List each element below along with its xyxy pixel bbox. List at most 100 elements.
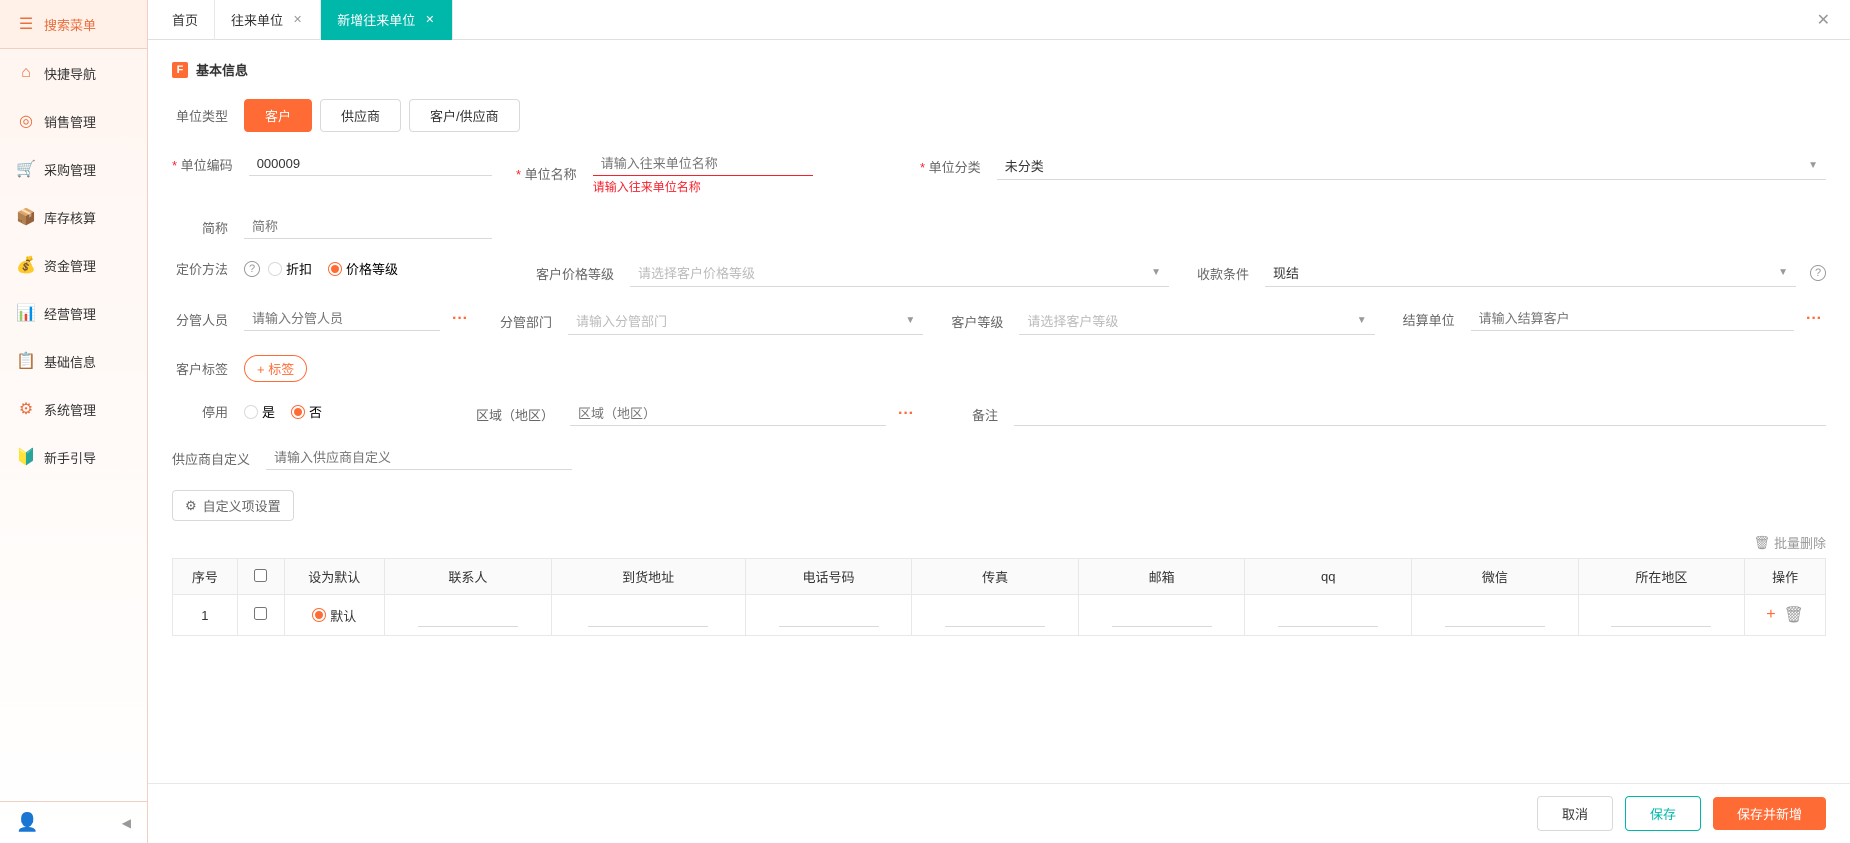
cancel-button[interactable]: 取消 (1537, 796, 1613, 831)
row-contact-input[interactable] (418, 603, 518, 627)
row-wechat (1412, 595, 1579, 636)
sidebar-expand-icon[interactable]: ◀ (122, 816, 131, 830)
sidebar-item-sales[interactable]: ◎ 销售管理 (0, 97, 147, 145)
pricing-radio-outer-discount (268, 262, 282, 276)
row-actions-group: + 🗑 (1755, 605, 1815, 625)
region-input[interactable] (570, 402, 886, 426)
sidebar-item-label: 库存核算 (44, 208, 96, 227)
manager-label: 分管人员 (172, 310, 236, 329)
section-header: F 基本信息 (172, 60, 1826, 79)
code-input[interactable] (249, 152, 492, 176)
pricing-radio-inner-price-level (331, 265, 339, 273)
select-all-checkbox[interactable] (254, 569, 267, 582)
sidebar-item-guide[interactable]: 🔰 新手引导 (0, 433, 147, 481)
row-phone-input[interactable] (779, 603, 879, 627)
pricing-radio-price-level[interactable]: 价格等级 (328, 259, 398, 278)
tab-partners[interactable]: 往来单位 ✕ (215, 0, 321, 40)
sidebar-item-finance[interactable]: 💰 资金管理 (0, 241, 147, 289)
sidebar-item-quick-nav[interactable]: ⌂ 快捷导航 (0, 49, 147, 97)
dept-select[interactable]: 请输入分管部门 ▼ (568, 307, 923, 335)
sidebar-search[interactable]: ☰ 搜索菜单 (0, 0, 147, 49)
category-value: 未分类 (1005, 156, 1804, 175)
row-address (551, 595, 745, 636)
row-default-radio[interactable]: 默认 (295, 606, 375, 625)
supplier-custom-label: 供应商自定义 (172, 449, 258, 468)
sidebar-item-label: 销售管理 (44, 112, 96, 131)
supplier-custom-input[interactable] (266, 446, 572, 470)
row-address-input[interactable] (588, 603, 708, 627)
type-btn-customer[interactable]: 客户 (244, 99, 312, 132)
form-row-manager: 分管人员 ··· 分管部门 请输入分管部门 ▼ 客户等级 请选择客户等级 ▼ (172, 307, 1826, 335)
settlement-label: 结算单位 (1399, 310, 1463, 329)
form-field-region: 区域（地区） ··· (476, 402, 918, 426)
type-btn-both[interactable]: 客户/供应商 (409, 99, 520, 132)
remark-label: 备注 (942, 405, 1006, 424)
save-button[interactable]: 保存 (1625, 796, 1701, 831)
row-wechat-input[interactable] (1445, 603, 1545, 627)
name-input[interactable] (593, 152, 813, 176)
row-delete-btn[interactable]: 🗑 (1784, 605, 1804, 625)
pricing-radio-discount[interactable]: 折扣 (268, 259, 312, 278)
disabled-no-label: 否 (309, 402, 322, 421)
row-email-input[interactable] (1112, 603, 1212, 627)
form-footer: 取消 保存 保存并新增 (148, 783, 1850, 843)
tab-partners-close[interactable]: ✕ (291, 11, 304, 28)
form-field-supplier-custom: 供应商自定义 (172, 446, 572, 470)
pricing-help-icon[interactable]: ? (244, 261, 260, 277)
disabled-radio-no[interactable]: 否 (291, 402, 322, 421)
col-qq: qq (1245, 559, 1412, 595)
pricing-radio-outer-price-level (328, 262, 342, 276)
row-location-input[interactable] (1611, 603, 1711, 627)
batch-delete-btn[interactable]: 🗑 批量删除 (1753, 533, 1826, 552)
save-new-button[interactable]: 保存并新增 (1713, 797, 1826, 830)
row-select-checkbox[interactable] (254, 607, 267, 620)
price-level-select[interactable]: 请选择客户价格等级 ▼ (630, 259, 1169, 287)
dept-label: 分管部门 (496, 312, 560, 331)
tag-add-btn[interactable]: + 标签 (244, 355, 307, 382)
disabled-radio-outer-no (291, 405, 305, 419)
region-more-btn[interactable]: ··· (894, 405, 918, 423)
manager-input[interactable] (244, 307, 440, 331)
manager-more-btn[interactable]: ··· (448, 310, 472, 328)
sidebar-item-system[interactable]: ⚙ 系统管理 (0, 385, 147, 433)
row-fax-input[interactable] (945, 603, 1045, 627)
sidebar-item-basic[interactable]: 📋 基础信息 (0, 337, 147, 385)
col-location: 所在地区 (1578, 559, 1745, 595)
category-select[interactable]: 未分类 ▼ (997, 152, 1826, 180)
settlement-more-btn[interactable]: ··· (1802, 310, 1826, 328)
col-wechat: 微信 (1412, 559, 1579, 595)
custom-settings-button[interactable]: ⚙ 自定义项设置 (172, 490, 294, 521)
payment-select[interactable]: 现结 ▼ (1265, 259, 1796, 287)
type-btn-supplier[interactable]: 供应商 (320, 99, 401, 132)
operations-icon: 📊 (16, 303, 36, 323)
home-icon: ⌂ (16, 63, 36, 83)
sidebar-item-purchase[interactable]: 🛒 采购管理 (0, 145, 147, 193)
remark-input[interactable] (1014, 402, 1826, 426)
tab-home[interactable]: 首页 (156, 0, 215, 40)
form-field-name: 单位名称 请输入往来单位名称 (516, 152, 896, 195)
tab-new-partner-label: 新增往来单位 (337, 10, 415, 29)
basic-icon: 📋 (16, 351, 36, 371)
tab-new-partner-close[interactable]: ✕ (423, 11, 436, 28)
sidebar-item-label: 资金管理 (44, 256, 96, 275)
payment-help-icon[interactable]: ? (1810, 265, 1826, 281)
row-qq-input[interactable] (1278, 603, 1378, 627)
form-field-code: 单位编码 (172, 152, 492, 176)
form-row-pricing: 定价方法 ? 折扣 价格等级 (172, 259, 1826, 287)
payment-arrow-icon: ▼ (1778, 267, 1788, 278)
sidebar-item-operations[interactable]: 📊 经营管理 (0, 289, 147, 337)
form-row-code-name-cat: 单位编码 单位名称 请输入往来单位名称 单位分类 未分类 ▼ (172, 152, 1826, 195)
tabbar-close-button[interactable]: ✕ (1805, 10, 1842, 30)
settlement-input[interactable] (1471, 307, 1794, 331)
customer-level-select[interactable]: 请选择客户等级 ▼ (1019, 307, 1374, 335)
tab-new-partner[interactable]: 新增往来单位 ✕ (321, 0, 453, 40)
row-add-btn[interactable]: + (1766, 606, 1775, 624)
sales-icon: ◎ (16, 111, 36, 131)
short-name-input[interactable] (244, 215, 492, 239)
col-actions: 操作 (1745, 559, 1826, 595)
tabbar: 首页 往来单位 ✕ 新增往来单位 ✕ ✕ (148, 0, 1850, 40)
payment-value: 现结 (1273, 263, 1774, 282)
disabled-radio-yes[interactable]: 是 (244, 402, 275, 421)
sidebar-item-inventory[interactable]: 📦 库存核算 (0, 193, 147, 241)
pricing-radio-group: 折扣 价格等级 (268, 259, 398, 278)
